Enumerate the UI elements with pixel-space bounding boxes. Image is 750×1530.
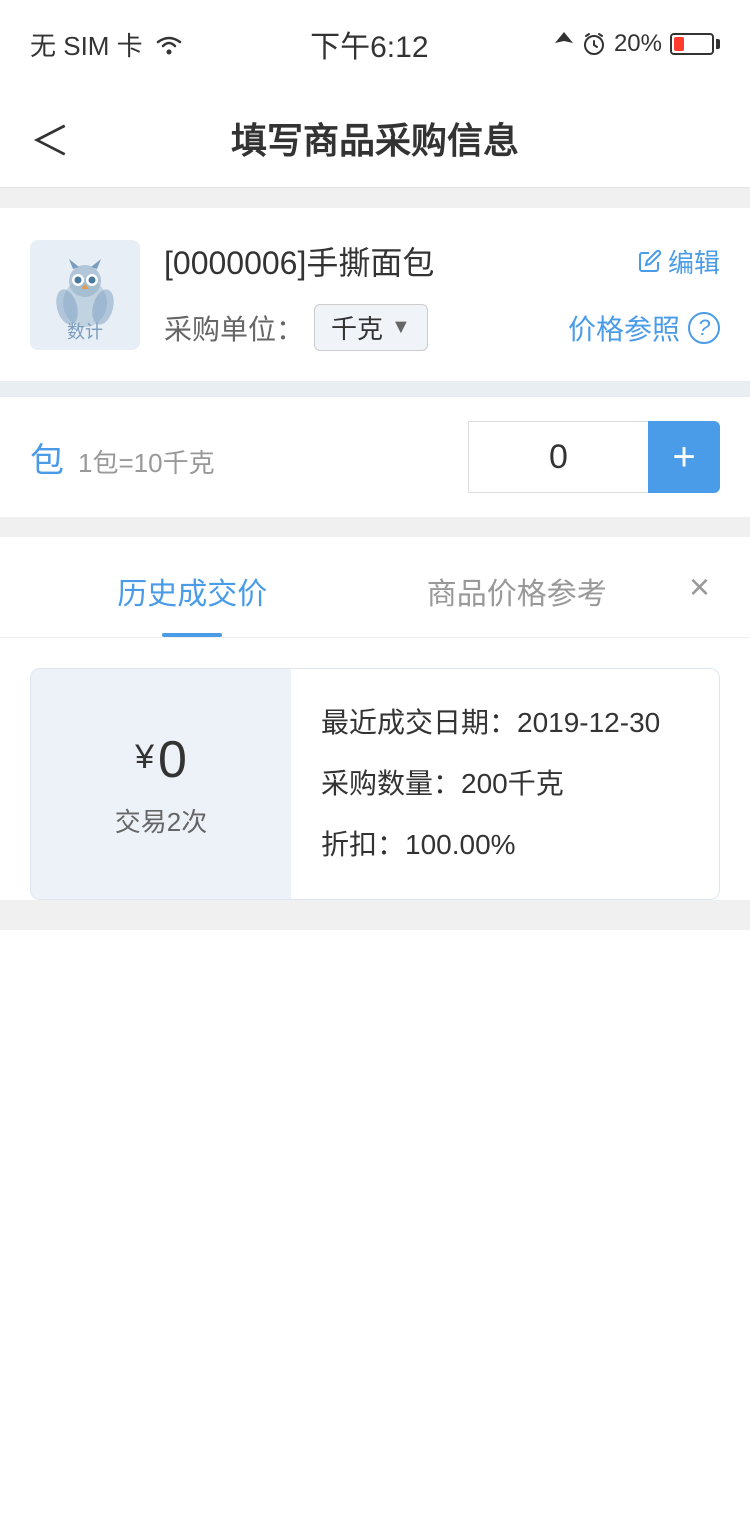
price-ref-label: 价格参照 (568, 308, 680, 348)
battery-indicator (670, 33, 720, 55)
section-divider (0, 381, 750, 397)
product-name: [0000006]手撕面包 (164, 238, 434, 284)
battery-percent: 20% (614, 30, 662, 58)
page-title: 填写商品采购信息 (90, 112, 660, 164)
price-value: 0 (158, 730, 187, 790)
product-unit-row: 采购单位： 千克 ▼ 价格参照 ? (164, 304, 720, 351)
price-ref-info-icon: ? (688, 312, 720, 344)
quantity-row: 包 1包=10千克 0 + (0, 397, 750, 517)
quantity-controls: 0 + (468, 421, 720, 493)
modal-close-button[interactable]: × (679, 546, 720, 628)
edit-icon (638, 249, 662, 273)
product-card: 数计 [0000006]手撕面包 编辑 采购单位： 千克 ▼ 价格参照 (0, 208, 750, 381)
price-date: 最近成交日期：2019-12-30 (321, 701, 689, 746)
unit-value: 千克 (331, 309, 383, 346)
edit-button[interactable]: 编辑 (638, 243, 720, 280)
back-button[interactable]: ＜ (30, 109, 90, 167)
tab-history-price[interactable]: 历史成交价 (30, 537, 354, 637)
status-time: 下午6:12 (310, 22, 428, 66)
nav-bar: ＜ 填写商品采购信息 (0, 88, 750, 188)
status-right: 20% (554, 30, 720, 58)
carrier-text: 无 SIM 卡 (30, 26, 143, 63)
price-reference-modal: 历史成交价 商品价格参考 × ¥ 0 交易2次 最近成交日期：2019-12-3… (0, 537, 750, 900)
price-amount: ¥ 0 (135, 730, 187, 790)
product-img-label: 数计 (30, 318, 140, 344)
price-summary: ¥ 0 交易2次 (31, 669, 291, 899)
unit-label: 采购单位： (164, 308, 304, 348)
tab-history-label: 历史成交价 (117, 578, 267, 611)
quantity-plus-button[interactable]: + (648, 421, 720, 493)
bottom-space (0, 930, 750, 1530)
product-name-row: [0000006]手撕面包 编辑 (164, 238, 720, 284)
tab-product-label: 商品价格参考 (427, 578, 607, 611)
package-conversion-label: 1包=10千克 (78, 443, 215, 480)
currency-symbol: ¥ (135, 738, 154, 777)
price-ref-button[interactable]: 价格参照 ? (568, 308, 720, 348)
unit-dropdown[interactable]: 千克 ▼ (314, 304, 428, 351)
tabs-bar: 历史成交价 商品价格参考 × (0, 537, 750, 638)
status-bar: 无 SIM 卡 下午6:12 20% (0, 0, 750, 88)
product-image: 数计 (30, 240, 140, 350)
quantity-unit-info: 包 1包=10千克 (30, 433, 468, 482)
unit-selector-group: 采购单位： 千克 ▼ (164, 304, 428, 351)
status-carrier: 无 SIM 卡 (30, 26, 185, 63)
alarm-icon (582, 32, 606, 56)
product-info: [0000006]手撕面包 编辑 采购单位： 千克 ▼ 价格参照 ? (140, 238, 720, 351)
quantity-input[interactable]: 0 (468, 421, 648, 493)
price-info-card: ¥ 0 交易2次 最近成交日期：2019-12-30 采购数量：200千克 折扣… (30, 668, 720, 900)
quantity-value: 0 (549, 438, 568, 477)
price-details: 最近成交日期：2019-12-30 采购数量：200千克 折扣：100.00% (291, 669, 719, 899)
price-quantity: 采购数量：200千克 (321, 762, 689, 807)
tab-product-price[interactable]: 商品价格参考 (354, 537, 678, 637)
price-discount: 折扣：100.00% (321, 823, 689, 868)
package-unit-label: 包 (30, 433, 64, 482)
edit-label: 编辑 (668, 243, 720, 280)
location-icon (554, 31, 574, 57)
plus-icon: + (672, 435, 695, 480)
trades-count: 交易2次 (115, 802, 207, 839)
dropdown-arrow-icon: ▼ (391, 316, 411, 339)
wifi-icon (153, 33, 185, 55)
